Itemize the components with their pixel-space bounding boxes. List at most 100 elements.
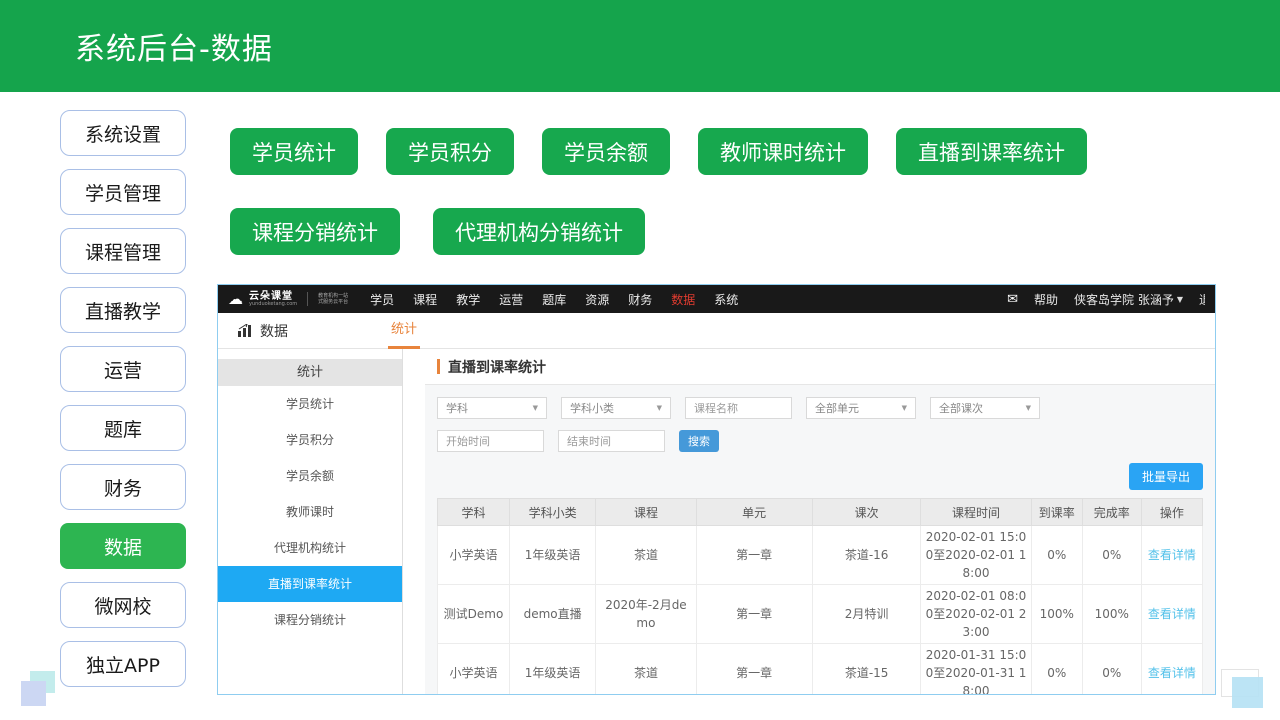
menu-item-agency-stats[interactable]: 代理机构统计 — [218, 530, 402, 566]
chevron-down-icon: ▼ — [533, 404, 538, 412]
lesson-select[interactable]: 全部课次 ▼ — [930, 397, 1040, 419]
quick-link-student-stats[interactable]: 学员统计 — [230, 128, 358, 175]
col-header-attendance: 到课率 — [1031, 499, 1082, 526]
module-label: 数据 — [238, 321, 288, 341]
sidebar-item-question-bank[interactable]: 题库 — [60, 405, 186, 451]
col-header-subcategory: 学科小类 — [509, 499, 595, 526]
sidebar-item-system-settings[interactable]: 系统设置 — [60, 110, 186, 156]
quick-links-row-1: 学员统计 学员积分 学员余额 教师课时统计 直播到课率统计 — [230, 128, 1087, 175]
help-link[interactable]: 帮助 — [1034, 291, 1058, 308]
end-time-input[interactable] — [558, 430, 665, 452]
menu-item-student-stats[interactable]: 学员统计 — [218, 386, 402, 422]
col-header-lesson: 课次 — [812, 499, 921, 526]
quick-link-teacher-hours-stats[interactable]: 教师课时统计 — [698, 128, 868, 175]
col-header-unit: 单元 — [696, 499, 812, 526]
cell-subject: 小学英语 — [438, 644, 510, 696]
title-accent-bar — [437, 359, 440, 374]
menu-item-teacher-hours[interactable]: 教师课时 — [218, 494, 402, 530]
tab-statistics[interactable]: 统计 — [388, 313, 420, 349]
account-menu[interactable]: 侠客岛学院 张涵予 ▼ — [1074, 291, 1183, 308]
sidebar-item-finance[interactable]: 财务 — [60, 464, 186, 510]
cell-time: 2020-02-01 08:00至2020-02-01 23:00 — [921, 585, 1031, 644]
menu-item-student-balance[interactable]: 学员余额 — [218, 458, 402, 494]
view-details-link[interactable]: 查看详情 — [1148, 666, 1196, 680]
nav-item-system[interactable]: 系统 — [714, 291, 738, 308]
sidebar-item-standalone-app[interactable]: 独立APP — [60, 641, 186, 687]
cell-completion: 0% — [1082, 526, 1141, 585]
col-header-time: 课程时间 — [921, 499, 1031, 526]
admin-tabbar: 数据 统计 — [218, 313, 1215, 349]
cell-subcategory: 1年级英语 — [509, 526, 595, 585]
nav-item-data[interactable]: 数据 — [671, 291, 695, 308]
brand-logo: ☁ 云朵课堂 yunduoketang.com 教育机构一站 式服务云平台 — [228, 291, 348, 308]
quick-link-agency-distribution-stats[interactable]: 代理机构分销统计 — [433, 208, 645, 255]
nav-item-students[interactable]: 学员 — [370, 291, 394, 308]
page-banner: 系统后台-数据 — [0, 0, 1280, 92]
decor-square-blue — [1232, 677, 1263, 708]
cell-subcategory: 1年级英语 — [509, 644, 595, 696]
quick-links-row-2: 课程分销统计 代理机构分销统计 — [230, 208, 645, 255]
admin-body: 统计 学员统计 学员积分 学员余额 教师课时 代理机构统计 直播到课率统计 课程… — [218, 349, 1215, 694]
quick-link-course-distribution-stats[interactable]: 课程分销统计 — [230, 208, 400, 255]
sidebar-item-live-teaching[interactable]: 直播教学 — [60, 287, 186, 333]
subject-select[interactable]: 学科 ▼ — [437, 397, 547, 419]
cell-subject: 小学英语 — [438, 526, 510, 585]
filter-row-2: 搜索 — [437, 430, 1203, 452]
menu-header: 统计 — [218, 359, 402, 386]
cell-lesson: 2月特训 — [812, 585, 921, 644]
cell-subject: 测试Demo — [438, 585, 510, 644]
col-header-completion: 完成率 — [1082, 499, 1141, 526]
cell-lesson: 茶道-16 — [812, 526, 921, 585]
cell-time: 2020-02-01 15:00至2020-02-01 18:00 — [921, 526, 1031, 585]
admin-top-nav: 学员 课程 教学 运营 题库 资源 财务 数据 系统 — [370, 291, 738, 308]
nav-item-operations[interactable]: 运营 — [499, 291, 523, 308]
subject-select-value: 学科 — [446, 400, 468, 416]
nav-item-question-bank[interactable]: 题库 — [542, 291, 566, 308]
chevron-down-icon: ▼ — [902, 404, 907, 412]
cell-course: 2020年-2月demo — [596, 585, 696, 644]
decor-square-lavender — [21, 681, 46, 706]
mail-icon[interactable]: ✉ — [1007, 292, 1018, 307]
sidebar-item-course-management[interactable]: 课程管理 — [60, 228, 186, 274]
col-header-course: 课程 — [596, 499, 696, 526]
nav-item-teaching[interactable]: 教学 — [456, 291, 480, 308]
brand-divider — [307, 292, 308, 306]
menu-item-course-distribution-stats[interactable]: 课程分销统计 — [218, 602, 402, 638]
attendance-table: 学科 学科小类 课程 单元 课次 课程时间 到课率 完成率 操作 — [437, 498, 1203, 695]
cell-completion: 0% — [1082, 644, 1141, 696]
search-button[interactable]: 搜索 — [679, 430, 719, 452]
table-row: 小学英语 1年级英语 茶道 第一章 茶道-16 2020-02-01 15:00… — [438, 526, 1203, 585]
start-time-input[interactable] — [437, 430, 544, 452]
cell-unit: 第一章 — [696, 644, 812, 696]
sidebar-item-data[interactable]: 数据 — [60, 523, 186, 569]
nav-item-finance[interactable]: 财务 — [628, 291, 652, 308]
export-row: 批量导出 — [437, 463, 1203, 490]
sidebar-item-operations[interactable]: 运营 — [60, 346, 186, 392]
subject-subcategory-select[interactable]: 学科小类 ▼ — [561, 397, 671, 419]
sidebar-item-micro-school[interactable]: 微网校 — [60, 582, 186, 628]
table-row: 测试Demo demo直播 2020年-2月demo 第一章 2月特训 2020… — [438, 585, 1203, 644]
brand-tagline-line2: 式服务云平台 — [318, 299, 348, 305]
content-title: 直播到课率统计 — [448, 357, 546, 377]
chevron-down-icon: ▼ — [1177, 295, 1183, 304]
batch-export-button[interactable]: 批量导出 — [1129, 463, 1203, 490]
nav-item-courses[interactable]: 课程 — [413, 291, 437, 308]
course-name-input[interactable] — [685, 397, 792, 419]
admin-content: 直播到课率统计 学科 ▼ 学科小类 ▼ 全部单元 ▼ — [403, 349, 1215, 694]
quick-link-live-attendance-stats[interactable]: 直播到课率统计 — [896, 128, 1087, 175]
truncated-topbar-item: 退 — [1199, 291, 1205, 308]
menu-item-student-points[interactable]: 学员积分 — [218, 422, 402, 458]
view-details-link[interactable]: 查看详情 — [1148, 548, 1196, 562]
menu-item-live-attendance-stats[interactable]: 直播到课率统计 — [218, 566, 402, 602]
view-details-link[interactable]: 查看详情 — [1148, 607, 1196, 621]
account-name: 侠客岛学院 张涵予 — [1074, 291, 1174, 308]
subject-subcategory-value: 学科小类 — [570, 400, 614, 416]
nav-item-resources[interactable]: 资源 — [585, 291, 609, 308]
page-title: 系统后台-数据 — [75, 24, 273, 68]
quick-link-student-balance[interactable]: 学员余额 — [542, 128, 670, 175]
chevron-down-icon: ▼ — [1026, 404, 1031, 412]
sidebar-item-student-management[interactable]: 学员管理 — [60, 169, 186, 215]
cell-course: 茶道 — [596, 644, 696, 696]
quick-link-student-points[interactable]: 学员积分 — [386, 128, 514, 175]
unit-select[interactable]: 全部单元 ▼ — [806, 397, 916, 419]
